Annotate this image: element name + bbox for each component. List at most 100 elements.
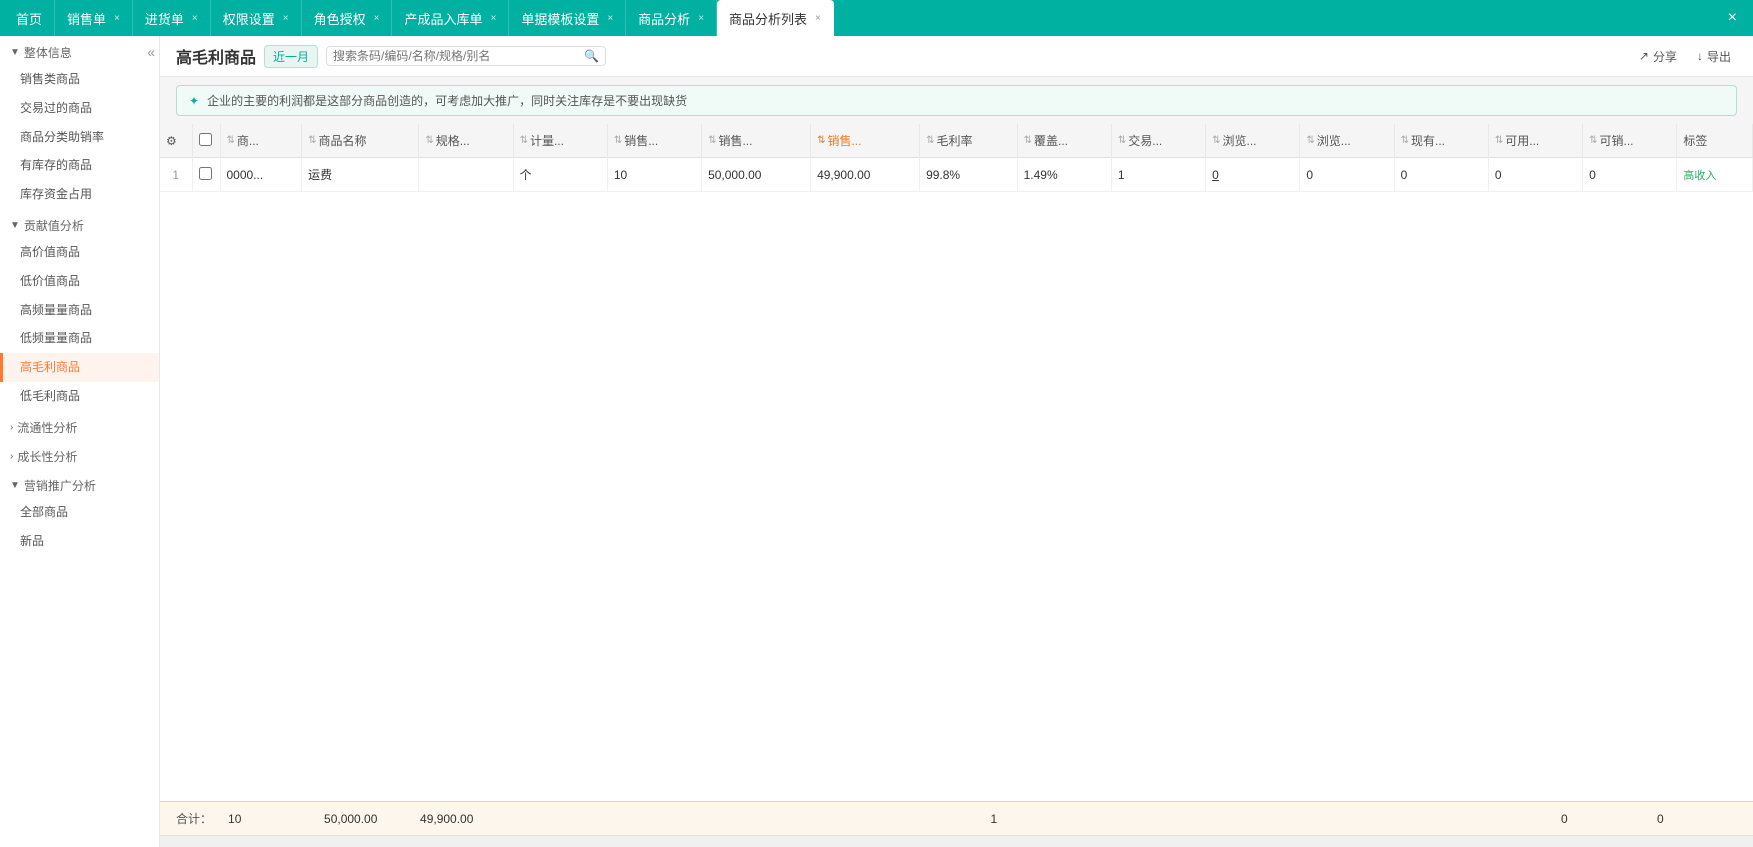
- horizontal-scrollbar[interactable]: [160, 835, 1753, 847]
- tab-analysis[interactable]: 商品分析 ×: [626, 0, 717, 36]
- col-unit[interactable]: ⇅ 计量...: [513, 124, 607, 158]
- tab-sales-close[interactable]: ×: [114, 13, 120, 24]
- sidebar-item-low-value[interactable]: 低价值商品: [0, 267, 159, 296]
- col-trade[interactable]: ⇅ 交易...: [1111, 124, 1205, 158]
- row-sales-amount: 50,000.00: [702, 158, 811, 192]
- col-checkbox[interactable]: [192, 124, 220, 158]
- arrow-icon: ›: [10, 422, 13, 433]
- sidebar-item-high-freq[interactable]: 高频量量商品: [0, 296, 159, 325]
- col-coverage[interactable]: ⇅ 覆盖...: [1017, 124, 1111, 158]
- sidebar-item-new-goods[interactable]: 新品: [0, 527, 159, 556]
- sidebar-item-sales-goods[interactable]: 销售类商品: [0, 65, 159, 94]
- sidebar-item-goods-score[interactable]: 商品分类助销率: [0, 123, 159, 152]
- search-icon[interactable]: 🔍: [584, 49, 599, 63]
- tab-role[interactable]: 角色授权 ×: [302, 0, 393, 36]
- sort-icon: ⇅: [520, 135, 528, 146]
- row-trade: 1: [1111, 158, 1205, 192]
- col-current[interactable]: ⇅ 现有...: [1394, 124, 1488, 158]
- sidebar-group-flow[interactable]: › 流通性分析: [0, 411, 159, 440]
- sidebar-group-marketing[interactable]: ▼ 营销推广分析: [0, 469, 159, 498]
- col-sales-amount[interactable]: ⇅ 销售...: [702, 124, 811, 158]
- tab-home[interactable]: 首页: [4, 0, 55, 36]
- tab-template[interactable]: 单据模板设置 ×: [509, 0, 626, 36]
- row-name: 运费: [302, 158, 419, 192]
- tab-role-close[interactable]: ×: [374, 13, 380, 24]
- col-sellable[interactable]: ⇅ 可销...: [1583, 124, 1677, 158]
- sidebar-group-overall[interactable]: ▼ 整体信息: [0, 36, 159, 65]
- tab-purchase-close[interactable]: ×: [192, 13, 198, 24]
- sidebar-item-high-value[interactable]: 高价值商品: [0, 238, 159, 267]
- export-button[interactable]: ↓ 导出: [1691, 46, 1737, 67]
- row-spec: [419, 158, 513, 192]
- sidebar-group-finance[interactable]: ▼ 贡献值分析: [0, 209, 159, 238]
- data-table-container[interactable]: ⚙ ⇅ 商... ⇅: [160, 124, 1753, 801]
- sidebar-item-inventory-capital[interactable]: 库存资金占用: [0, 180, 159, 209]
- sort-icon: ⇅: [1118, 135, 1126, 146]
- row-tag: 高收入: [1677, 158, 1753, 192]
- sidebar-group-growth[interactable]: › 成长性分析: [0, 440, 159, 469]
- tab-purchase[interactable]: 进货单 ×: [133, 0, 211, 36]
- sort-icon: ⇅: [817, 135, 825, 146]
- col-browse1[interactable]: ⇅ 浏览...: [1206, 124, 1300, 158]
- sidebar-item-high-margin[interactable]: 高毛利商品: [0, 353, 159, 382]
- arrow-icon: ›: [10, 451, 13, 462]
- sidebar-item-inventory-goods[interactable]: 有库存的商品: [0, 151, 159, 180]
- row-sales-qty: 10: [607, 158, 701, 192]
- search-box[interactable]: 🔍: [326, 46, 606, 66]
- search-input[interactable]: [333, 49, 584, 63]
- sidebar: « ▼ 整体信息 销售类商品 交易过的商品 商品分类助销率 有库存的商品 库存资…: [0, 36, 160, 847]
- row-sellable: 0: [1583, 158, 1677, 192]
- tab-product-entry[interactable]: 产成品入库单 ×: [392, 0, 509, 36]
- tab-permission-close[interactable]: ×: [283, 13, 289, 24]
- row-checkbox-cell[interactable]: [192, 158, 220, 192]
- tab-analysis-list-close[interactable]: ×: [815, 13, 821, 24]
- row-available: 0: [1488, 158, 1582, 192]
- tab-template-close[interactable]: ×: [607, 13, 613, 24]
- select-all-checkbox[interactable]: [199, 133, 212, 146]
- footer-sellable: 0: [1657, 812, 1737, 826]
- col-settings[interactable]: ⚙: [160, 124, 192, 158]
- sort-icon: ⇅: [1495, 135, 1503, 146]
- sidebar-collapse-button[interactable]: «: [147, 44, 155, 60]
- sidebar-item-low-freq[interactable]: 低频量量商品: [0, 324, 159, 353]
- share-icon: ↗: [1639, 49, 1649, 63]
- export-icon: ↓: [1697, 49, 1703, 63]
- row-browse2: 0: [1300, 158, 1394, 192]
- row-sales-cost: 49,900.00: [811, 158, 920, 192]
- sort-icon: ⇅: [708, 135, 716, 146]
- arrow-icon: ▼: [10, 47, 20, 58]
- info-icon: ✦: [189, 94, 199, 108]
- sidebar-item-all-goods[interactable]: 全部商品: [0, 498, 159, 527]
- col-margin-rate[interactable]: ⇅ 毛利率: [920, 124, 1018, 158]
- tab-product-entry-close[interactable]: ×: [490, 13, 496, 24]
- col-code[interactable]: ⇅ 商...: [220, 124, 302, 158]
- col-spec[interactable]: ⇅ 规格...: [419, 124, 513, 158]
- footer-sales-qty: 10: [228, 812, 308, 826]
- sidebar-item-low-margin[interactable]: 低毛利商品: [0, 382, 159, 411]
- row-browse1[interactable]: 0: [1206, 158, 1300, 192]
- row-unit: 个: [513, 158, 607, 192]
- row-checkbox[interactable]: [199, 167, 212, 180]
- info-banner: ✦ 企业的主要的利润都是这部分商品创造的，可考虑加大推广，同时关注库存是不要出现…: [176, 85, 1737, 116]
- tab-analysis-list[interactable]: 商品分析列表 ×: [717, 0, 834, 36]
- col-browse2[interactable]: ⇅ 浏览...: [1300, 124, 1394, 158]
- footer-trade: 1: [991, 812, 1071, 826]
- row-coverage: 1.49%: [1017, 158, 1111, 192]
- tab-analysis-close[interactable]: ×: [698, 13, 704, 24]
- sort-icon: ⇅: [308, 135, 316, 146]
- data-table: ⚙ ⇅ 商... ⇅: [160, 124, 1753, 192]
- settings-icon[interactable]: ⚙: [166, 134, 177, 148]
- sort-icon: ⇅: [1401, 135, 1409, 146]
- sidebar-item-traded-goods[interactable]: 交易过的商品: [0, 94, 159, 123]
- col-tag[interactable]: 标签: [1677, 124, 1753, 158]
- col-name[interactable]: ⇅ 商品名称: [302, 124, 419, 158]
- tab-permission[interactable]: 权限设置 ×: [211, 0, 302, 36]
- col-available[interactable]: ⇅ 可用...: [1488, 124, 1582, 158]
- col-sales-qty[interactable]: ⇅ 销售...: [607, 124, 701, 158]
- tab-sales[interactable]: 销售单 ×: [55, 0, 133, 36]
- col-sales-cost[interactable]: ⇅ 销售...: [811, 124, 920, 158]
- share-button[interactable]: ↗ 分享: [1633, 46, 1683, 67]
- filter-recent-month-button[interactable]: 近一月: [264, 45, 318, 68]
- content-area: 高毛利商品 近一月 🔍 ↗ 分享 ↓ 导出 ✦ 企业的主要的利润都是这部分商品创…: [160, 36, 1753, 847]
- window-close-button[interactable]: ×: [1716, 9, 1749, 27]
